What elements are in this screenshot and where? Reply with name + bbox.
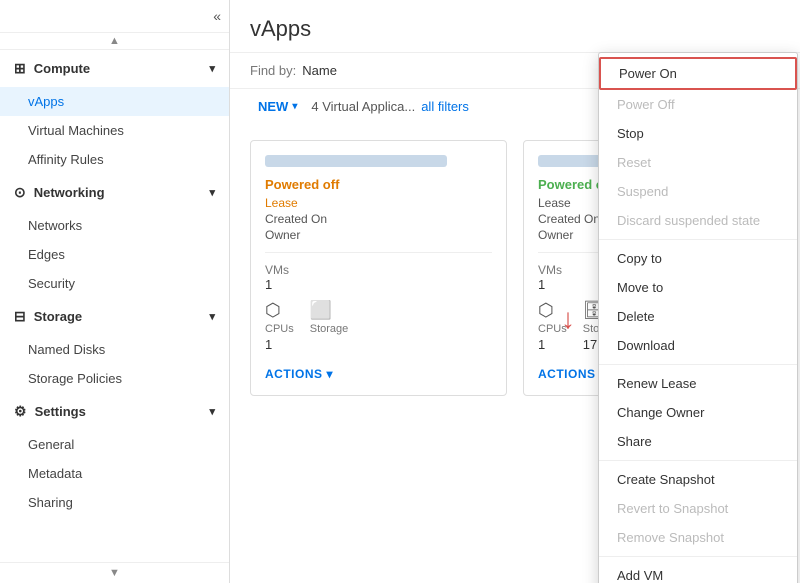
context-menu-reset[interactable]: Reset (599, 148, 797, 177)
compute-label: Compute (34, 61, 90, 76)
scroll-down-icon[interactable]: ▼ (109, 567, 120, 579)
context-menu-revert-snapshot[interactable]: Revert to Snapshot (599, 494, 797, 523)
sidebar-group-settings[interactable]: ⚙ Settings ▾ (0, 393, 229, 430)
context-menu-move-to[interactable]: Move to (599, 273, 797, 302)
compute-chevron: ▾ (209, 62, 215, 75)
card-vms-val-1: 1 (265, 277, 492, 292)
sidebar-item-affinity-rules[interactable]: Affinity Rules (0, 145, 229, 174)
context-menu-divider-1 (599, 239, 797, 240)
settings-label: Settings (35, 404, 86, 419)
card-owner-1: Owner (265, 228, 492, 242)
sidebar-item-general[interactable]: General (0, 430, 229, 459)
new-button[interactable]: NEW ▾ (250, 95, 305, 118)
context-menu-download[interactable]: Download (599, 331, 797, 360)
context-menu-share[interactable]: Share (599, 427, 797, 456)
storage-label: Storage (34, 309, 82, 324)
context-menu-discard[interactable]: Discard suspended state (599, 206, 797, 235)
actions-button-1[interactable]: ACTIONS ▾ (265, 367, 333, 381)
sidebar-item-sharing[interactable]: Sharing (0, 488, 229, 517)
cpu-icon-1: ⬡ (265, 300, 294, 321)
sidebar-item-networks[interactable]: Networks (0, 211, 229, 240)
main-content: vApps Find by: Name ADVANCED FILTERING S… (230, 0, 800, 583)
sidebar-item-vapps[interactable]: vApps (0, 87, 229, 116)
clear-filters-label: all filters (421, 99, 469, 114)
card-name-bar-1 (265, 155, 447, 167)
card-storage-1: ⬜ Storage (310, 300, 349, 352)
collapse-icon[interactable]: « (213, 8, 221, 24)
context-menu-power-off[interactable]: Power Off (599, 90, 797, 119)
scroll-up-icon[interactable]: ▲ (109, 35, 120, 47)
context-menu-delete[interactable]: Delete (599, 302, 797, 331)
sidebar-group-networking[interactable]: ⊙ Networking ▾ (0, 174, 229, 211)
sidebar-item-storage-policies[interactable]: Storage Policies (0, 364, 229, 393)
sidebar-scroll: ⊞ Compute ▾ vApps Virtual Machines Affin… (0, 50, 229, 562)
settings-icon: ⚙ (14, 403, 27, 420)
sidebar-header: « (0, 0, 229, 33)
card-created-1: Created On (265, 212, 492, 226)
sidebar-group-compute[interactable]: ⊞ Compute ▾ (0, 50, 229, 87)
networking-icon: ⊙ (14, 184, 26, 201)
vapp-card-1: Powered off Lease Created On Owner VMs 1… (250, 140, 507, 396)
storage-icon: ⊟ (14, 308, 26, 325)
context-menu-power-on[interactable]: Power On (599, 57, 797, 90)
card-cpus-1: ⬡ CPUs 1 (265, 300, 294, 352)
context-menu-add-vm[interactable]: Add VM (599, 561, 797, 583)
storage-chevron: ▾ (209, 310, 215, 323)
context-menu-copy-to[interactable]: Copy to (599, 244, 797, 273)
context-menu-stop[interactable]: Stop (599, 119, 797, 148)
find-by-value[interactable]: Name (302, 63, 337, 78)
card-actions-1: ACTIONS ▾ (265, 366, 492, 381)
cpus-val-2: 1 (538, 337, 567, 352)
sidebar: « ▲ ⊞ Compute ▾ vApps Virtual Machines A… (0, 0, 230, 583)
context-menu-divider-4 (599, 556, 797, 557)
sidebar-item-security[interactable]: Security (0, 269, 229, 298)
card-divider-1 (265, 252, 492, 253)
card-vms-label-1: VMs (265, 263, 492, 277)
cpus-val-1: 1 (265, 337, 294, 352)
context-menu-divider-3 (599, 460, 797, 461)
context-menu-divider-2 (599, 364, 797, 365)
arrow-indicator: ↓ (561, 303, 575, 335)
context-menu-create-snapshot[interactable]: Create Snapshot (599, 465, 797, 494)
storage-icon-1: ⬜ (310, 300, 349, 321)
sidebar-item-metadata[interactable]: Metadata (0, 459, 229, 488)
card-status-1: Powered off (265, 177, 492, 192)
sidebar-item-virtual-machines[interactable]: Virtual Machines (0, 116, 229, 145)
actions-caret-1: ▾ (327, 367, 334, 381)
page-title: vApps (230, 0, 800, 53)
new-caret-icon: ▾ (292, 101, 297, 112)
networking-chevron: ▾ (209, 186, 215, 199)
find-by: Find by: Name (250, 63, 337, 78)
find-by-label: Find by: (250, 63, 296, 78)
context-menu: Power On Power Off Stop Reset Suspend Di… (598, 52, 798, 583)
card-lease-1: Lease (265, 196, 492, 210)
cpus-label-1: CPUs (265, 323, 294, 335)
results-count: 4 Virtual Applica... (311, 99, 415, 114)
context-menu-remove-snapshot[interactable]: Remove Snapshot (599, 523, 797, 552)
context-menu-renew-lease[interactable]: Renew Lease (599, 369, 797, 398)
compute-icon: ⊞ (14, 60, 26, 77)
sidebar-group-storage[interactable]: ⊟ Storage ▾ (0, 298, 229, 335)
clear-filters-link[interactable]: all filters (421, 99, 469, 114)
new-label: NEW (258, 99, 288, 114)
sidebar-item-named-disks[interactable]: Named Disks (0, 335, 229, 364)
sidebar-item-edges[interactable]: Edges (0, 240, 229, 269)
settings-chevron: ▾ (209, 405, 215, 418)
card-metrics-1: ⬡ CPUs 1 ⬜ Storage (265, 300, 492, 352)
storage-label-1: Storage (310, 323, 349, 335)
context-menu-change-owner[interactable]: Change Owner (599, 398, 797, 427)
networking-label: Networking (34, 185, 105, 200)
actions-button-2[interactable]: ACTIONS ▾ (538, 367, 606, 381)
context-menu-suspend[interactable]: Suspend (599, 177, 797, 206)
